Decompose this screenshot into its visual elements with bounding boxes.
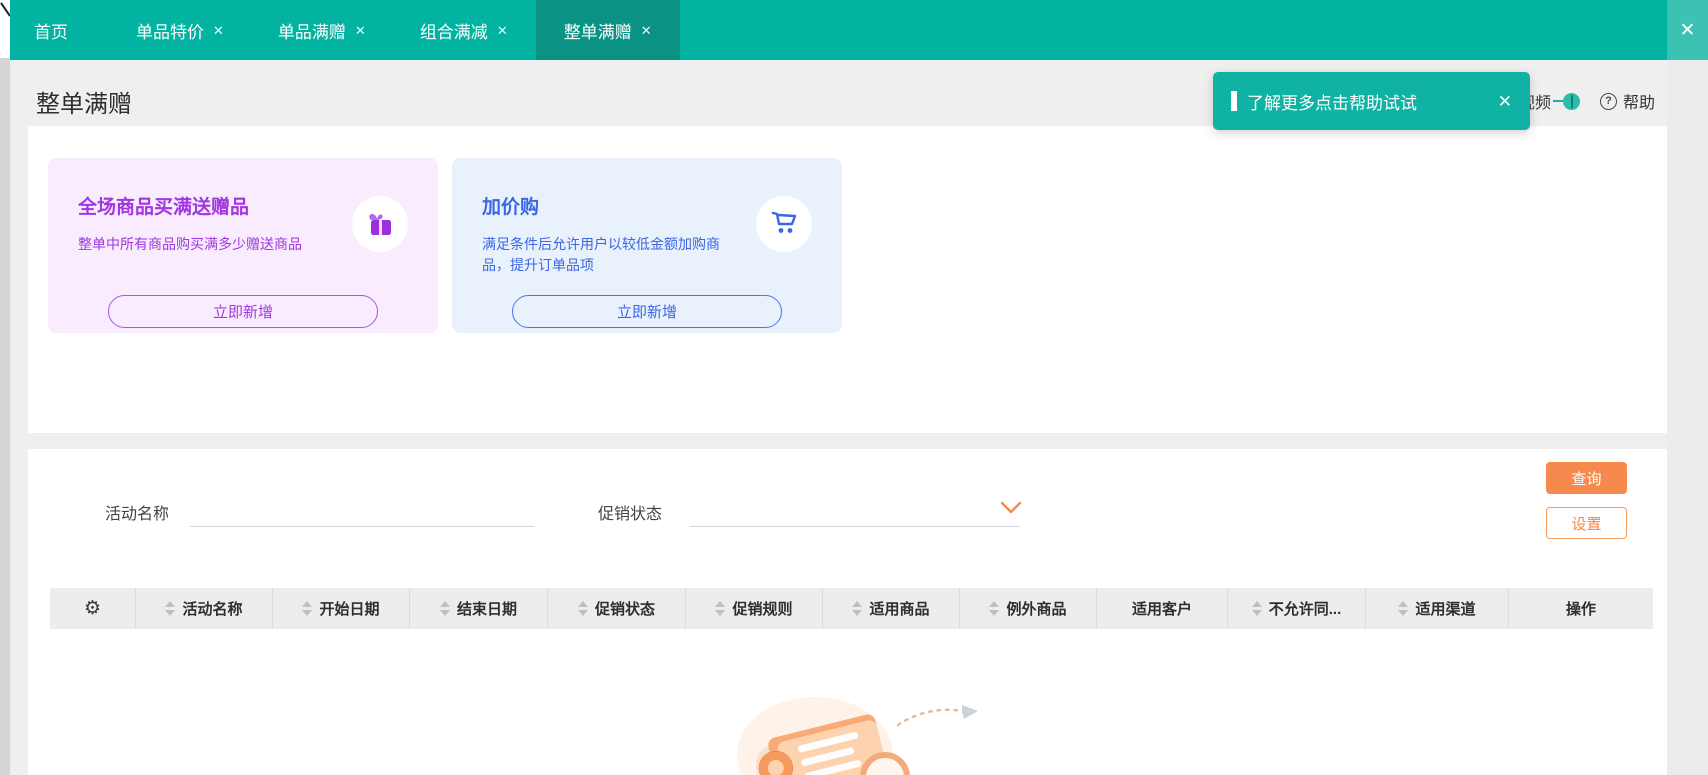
activity-name-label: 活动名称 <box>105 506 170 523</box>
tab-home[interactable]: 首页 <box>14 0 88 60</box>
tab-label: 单品特价 <box>136 22 204 42</box>
tab-close-icon[interactable]: ✕ <box>641 24 652 37</box>
close-icon[interactable]: ✕ <box>1680 21 1696 40</box>
sort-icon[interactable] <box>1398 601 1409 616</box>
column-end-date[interactable]: 结束日期 <box>410 588 548 629</box>
column-not-allowed-with[interactable]: 不允许同... <box>1228 588 1366 629</box>
cursor-artifact-icon <box>0 2 10 17</box>
video-toggle-icon[interactable] <box>1553 92 1581 110</box>
sort-icon[interactable] <box>302 601 313 616</box>
table-header: ⚙ 活动名称 开始日期 结束日期 促销状态 促销规则 适用商品 例外商品 适用客… <box>50 588 1653 629</box>
topbar-right-rail: ✕ <box>1667 0 1708 60</box>
help-label: 帮助 <box>1623 95 1656 112</box>
promo-panel: 全场商品买满送赠品 整单中所有商品购买满多少赠送商品 立即新增 加价购 满足条件… <box>28 126 1667 559</box>
gear-icon[interactable]: ⚙ <box>84 599 101 618</box>
tab-label: 组合满减 <box>419 22 488 42</box>
column-excluded-products[interactable]: 例外商品 <box>960 588 1097 629</box>
promo-card-full-order-gift: 全场商品买满送赠品 整单中所有商品购买满多少赠送商品 立即新增 <box>48 158 438 333</box>
settings-button[interactable]: 设置 <box>1546 507 1627 539</box>
column-applicable-customers[interactable]: 适用客户 <box>1097 588 1228 629</box>
column-activity-name[interactable]: 活动名称 <box>136 588 273 629</box>
window-edge-top <box>0 0 10 58</box>
tab-label: 整单满赠 <box>563 22 632 42</box>
search-button[interactable]: 查询 <box>1546 462 1627 494</box>
tab-close-icon[interactable]: ✕ <box>213 24 224 37</box>
promo-card-add-on-purchase: 加价购 满足条件后允许用户以较低金额加购商品，提升订单品项 立即新增 <box>452 158 842 333</box>
sort-icon[interactable] <box>715 601 726 616</box>
app-window: 首页 单品特价 ✕ 单品满赠 ✕ 组合满减 ✕ 整单满赠 ✕ ✕ 整单满赠 视频 <box>0 0 1708 775</box>
tab-label: 首页 <box>34 22 68 42</box>
sort-icon[interactable] <box>165 601 176 616</box>
question-icon: ? <box>1600 92 1618 110</box>
column-applicable-channels[interactable]: 适用渠道 <box>1366 588 1509 629</box>
help-link[interactable]: ? 帮助 <box>1600 89 1655 113</box>
activity-list-panel: 活动名称 促销状态 查询 设置 ⚙ 活动名称 开始日期 结束日期 促销状态 促销… <box>28 449 1667 775</box>
top-tab-bar: 首页 单品特价 ✕ 单品满赠 ✕ 组合满减 ✕ 整单满赠 ✕ <box>10 0 1667 60</box>
tab-combo-discount[interactable]: 组合满减 ✕ <box>400 0 528 60</box>
column-applicable-products[interactable]: 适用商品 <box>823 588 960 629</box>
quick-links: 视频 ? 帮助 <box>1519 90 1655 112</box>
chevron-down-icon[interactable] <box>1000 501 1022 514</box>
gift-icon <box>352 196 408 252</box>
add-now-button[interactable]: 立即新增 <box>512 295 782 328</box>
sort-icon[interactable] <box>577 601 588 616</box>
tab-single-item-special[interactable]: 单品特价 ✕ <box>116 0 244 60</box>
tab-whole-order-gift[interactable]: 整单满赠 ✕ <box>535 0 680 60</box>
tab-label: 单品满赠 <box>277 22 346 42</box>
empty-state-illustration <box>737 697 978 775</box>
tab-close-icon[interactable]: ✕ <box>355 24 366 37</box>
add-now-button[interactable]: 立即新增 <box>108 295 378 328</box>
column-start-date[interactable]: 开始日期 <box>273 588 410 629</box>
sort-icon[interactable] <box>989 601 1000 616</box>
tab-single-item-gift[interactable]: 单品满赠 ✕ <box>258 0 386 60</box>
promo-status-select[interactable] <box>690 497 1020 527</box>
help-banner: 了解更多点击帮助试试 ✕ <box>1213 72 1530 130</box>
activity-name-input[interactable] <box>190 497 534 527</box>
column-promo-rule[interactable]: 促销规则 <box>686 588 823 629</box>
column-actions: 操作 <box>1565 601 1596 618</box>
promo-status-label: 促销状态 <box>598 506 663 523</box>
right-scroll-rail[interactable] <box>1667 60 1708 775</box>
promo-card-description: 满足条件后允许用户以较低金额加购商品，提升订单品项 <box>482 236 720 273</box>
sort-icon[interactable] <box>1251 601 1262 616</box>
banner-text: 了解更多点击帮助试试 <box>1247 93 1417 113</box>
sort-icon[interactable] <box>852 601 863 616</box>
sort-icon[interactable] <box>439 601 450 616</box>
cart-icon <box>756 196 812 252</box>
tab-close-icon[interactable]: ✕ <box>497 24 508 37</box>
window-edge <box>0 0 10 775</box>
column-settings: ⚙ <box>50 588 136 629</box>
banner-accent-bar <box>1231 91 1237 111</box>
page-title: 整单满赠 <box>36 91 132 118</box>
promo-card-description: 整单中所有商品购买满多少赠送商品 <box>78 236 302 252</box>
column-promo-status[interactable]: 促销状态 <box>548 588 686 629</box>
banner-close-icon[interactable]: ✕ <box>1498 93 1512 110</box>
